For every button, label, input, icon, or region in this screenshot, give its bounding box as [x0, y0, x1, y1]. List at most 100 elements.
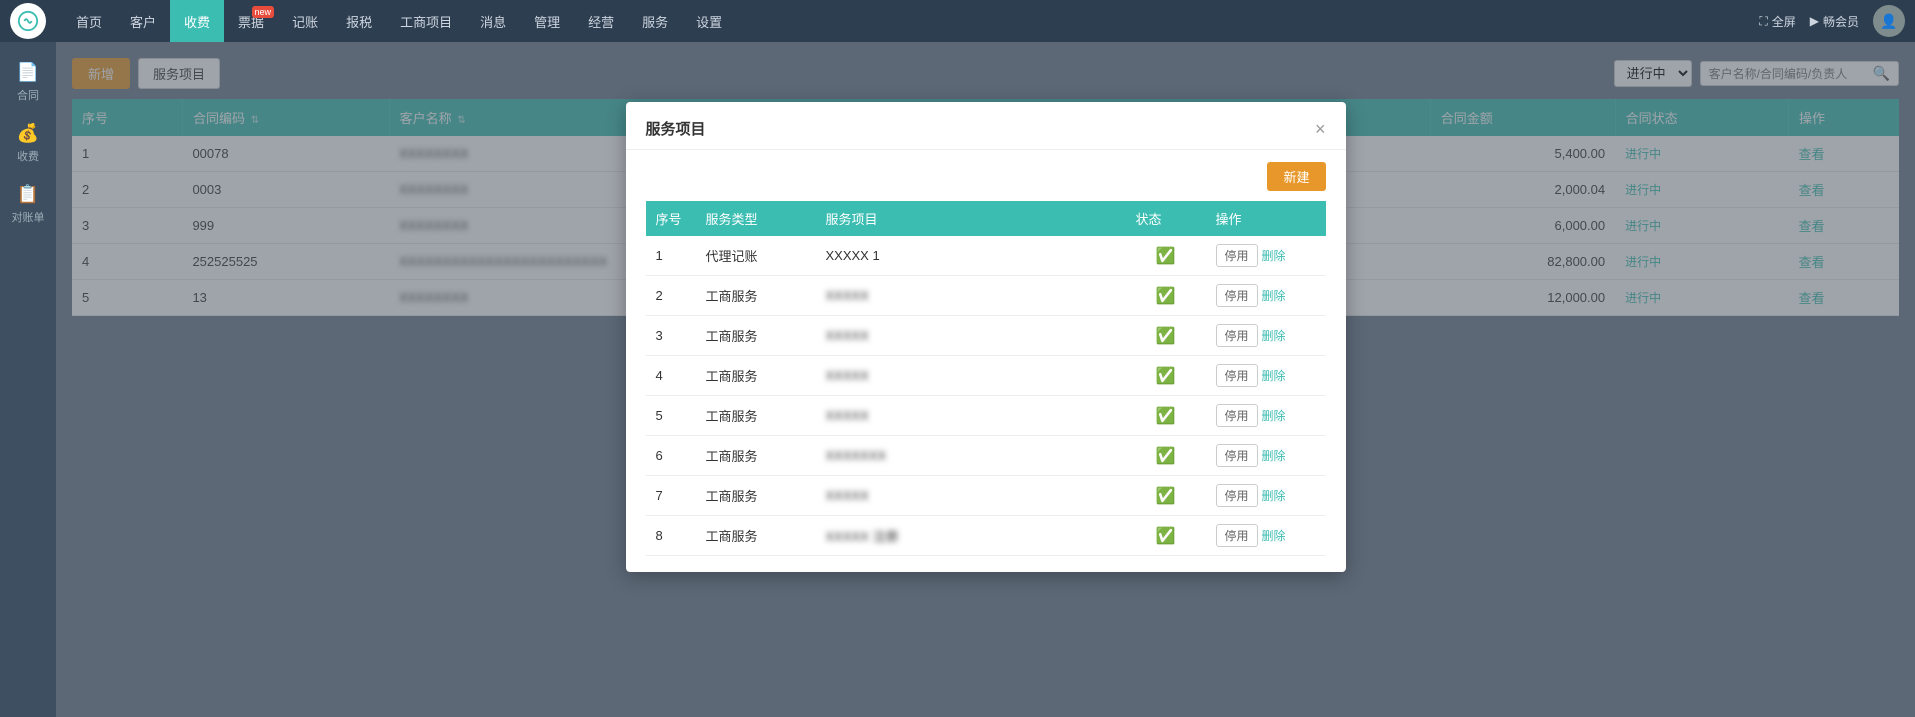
dialog-cell-seq: 8 [646, 516, 696, 556]
top-nav: 首页 客户 收费 票据 new 记账 报税 工商项目 消息 管理 经营 服务 设… [0, 0, 1915, 42]
nav-service[interactable]: 服务 [628, 0, 682, 42]
user-avatar[interactable]: 👤 [1873, 5, 1905, 37]
nav-client[interactable]: 客户 [116, 0, 170, 42]
dialog-cell-status: ✅ [1126, 516, 1206, 556]
status-check-icon: ✅ [1156, 368, 1176, 385]
status-check-icon: ✅ [1156, 328, 1176, 345]
dialog-cell-type: 代理记账 [696, 236, 816, 276]
status-check-icon: ✅ [1156, 408, 1176, 425]
nav-home[interactable]: 首页 [62, 0, 116, 42]
status-check-icon: ✅ [1156, 288, 1176, 305]
dialog-table-row: 2 工商服务 XXXXX ✅ 停用删除 [646, 276, 1326, 316]
left-sidebar: 📄 合同 💰 收费 📋 对账单 [0, 42, 56, 717]
delete-button[interactable]: 删除 [1262, 367, 1286, 384]
dialog-header: 服务项目 × [626, 102, 1346, 150]
stop-button[interactable]: 停用 [1216, 364, 1258, 387]
app-logo[interactable] [10, 3, 46, 39]
delete-button[interactable]: 删除 [1262, 447, 1286, 464]
dialog-table-row: 4 工商服务 XXXXX ✅ 停用删除 [646, 356, 1326, 396]
dialog-cell-status: ✅ [1126, 316, 1206, 356]
nav-items: 首页 客户 收费 票据 new 记账 报税 工商项目 消息 管理 经营 服务 设… [62, 0, 1759, 42]
dialog-cell-seq: 3 [646, 316, 696, 356]
sidebar-item-statement[interactable]: 📋 对账单 [0, 174, 56, 235]
dialog-cell-item: XXXXX 注册 [816, 516, 1126, 556]
delete-button[interactable]: 删除 [1262, 487, 1286, 504]
dialog-col-status: 状态 [1126, 201, 1206, 236]
dialog-cell-type: 工商服务 [696, 276, 816, 316]
nav-settings[interactable]: 设置 [682, 0, 736, 42]
delete-button[interactable]: 删除 [1262, 287, 1286, 304]
dialog-cell-action[interactable]: 停用删除 [1206, 516, 1326, 556]
dialog-table-wrap[interactable]: 序号 服务类型 服务项目 状态 操作 1 代理记账 XXXXX 1 ✅ 停用删除… [646, 201, 1326, 556]
nav-business[interactable]: 工商项目 [386, 0, 466, 42]
dialog-close-button[interactable]: × [1315, 120, 1326, 138]
dialog-cell-seq: 1 [646, 236, 696, 276]
delete-button[interactable]: 删除 [1262, 327, 1286, 344]
new-service-button[interactable]: 新建 [1267, 162, 1325, 191]
dialog-cell-action[interactable]: 停用删除 [1206, 476, 1326, 516]
stop-button[interactable]: 停用 [1216, 244, 1258, 267]
dialog-cell-item: XXXXX 1 [816, 236, 1126, 276]
dialog-col-item: 服务项目 [816, 201, 1126, 236]
modal-overlay: 服务项目 × 新建 序号 服务类型 服务项目 状态 操作 [56, 42, 1915, 717]
nav-billing[interactable]: 收费 [170, 0, 224, 42]
dialog-table-row: 5 工商服务 XXXXX ✅ 停用删除 [646, 396, 1326, 436]
stop-button[interactable]: 停用 [1216, 324, 1258, 347]
dialog-cell-action[interactable]: 停用删除 [1206, 356, 1326, 396]
delete-button[interactable]: 删除 [1262, 527, 1286, 544]
nav-tax[interactable]: 报税 [332, 0, 386, 42]
nav-operation[interactable]: 经营 [574, 0, 628, 42]
dialog-cell-seq: 4 [646, 356, 696, 396]
dialog-cell-item: XXXXX [816, 356, 1126, 396]
dialog-cell-status: ✅ [1126, 356, 1206, 396]
dialog-cell-action[interactable]: 停用删除 [1206, 276, 1326, 316]
contract-icon: 📄 [17, 62, 39, 83]
fullscreen-button[interactable]: ⛶ 全屏 [1759, 13, 1795, 30]
dialog-col-type: 服务类型 [696, 201, 816, 236]
sidebar-item-billing[interactable]: 💰 收费 [0, 113, 56, 174]
dialog-cell-status: ✅ [1126, 276, 1206, 316]
dialog-cell-item: XXXXX [816, 476, 1126, 516]
dialog-cell-type: 工商服务 [696, 516, 816, 556]
dialog-table-row: 6 工商服务 XXXXXXX ✅ 停用删除 [646, 436, 1326, 476]
stop-button[interactable]: 停用 [1216, 404, 1258, 427]
status-check-icon: ✅ [1156, 528, 1176, 545]
dialog-cell-status: ✅ [1126, 396, 1206, 436]
service-dialog: 服务项目 × 新建 序号 服务类型 服务项目 状态 操作 [626, 102, 1346, 572]
member-icon: ▶ [1810, 14, 1819, 28]
dialog-cell-status: ✅ [1126, 476, 1206, 516]
stop-button[interactable]: 停用 [1216, 284, 1258, 307]
dialog-table-row: 7 工商服务 XXXXX ✅ 停用删除 [646, 476, 1326, 516]
dialog-title: 服务项目 [646, 118, 706, 139]
dialog-toolbar: 新建 [646, 162, 1326, 191]
dialog-cell-action[interactable]: 停用删除 [1206, 396, 1326, 436]
dialog-cell-action[interactable]: 停用删除 [1206, 236, 1326, 276]
stop-button[interactable]: 停用 [1216, 444, 1258, 467]
stop-button[interactable]: 停用 [1216, 524, 1258, 547]
nav-bookkeeping[interactable]: 记账 [278, 0, 332, 42]
billing-icon: 💰 [17, 123, 39, 144]
nav-message[interactable]: 消息 [466, 0, 520, 42]
sidebar-item-contract[interactable]: 📄 合同 [0, 52, 56, 113]
top-nav-right: ⛶ 全屏 ▶ 畅会员 👤 [1759, 5, 1905, 37]
new-badge: new [252, 6, 275, 18]
delete-button[interactable]: 删除 [1262, 407, 1286, 424]
dialog-cell-item: XXXXXXX [816, 436, 1126, 476]
dialog-cell-type: 工商服务 [696, 436, 816, 476]
statement-icon: 📋 [17, 184, 39, 205]
nav-manage[interactable]: 管理 [520, 0, 574, 42]
stop-button[interactable]: 停用 [1216, 484, 1258, 507]
dialog-cell-seq: 5 [646, 396, 696, 436]
dialog-table-row: 8 工商服务 XXXXX 注册 ✅ 停用删除 [646, 516, 1326, 556]
dialog-cell-type: 工商服务 [696, 476, 816, 516]
dialog-table-row: 3 工商服务 XXXXX ✅ 停用删除 [646, 316, 1326, 356]
dialog-cell-status: ✅ [1126, 436, 1206, 476]
member-button[interactable]: ▶ 畅会员 [1810, 13, 1859, 30]
dialog-col-seq: 序号 [646, 201, 696, 236]
nav-invoice[interactable]: 票据 new [224, 0, 278, 42]
delete-button[interactable]: 删除 [1262, 247, 1286, 264]
dialog-cell-action[interactable]: 停用删除 [1206, 316, 1326, 356]
dialog-cell-item: XXXXX [816, 316, 1126, 356]
dialog-cell-type: 工商服务 [696, 396, 816, 436]
dialog-cell-action[interactable]: 停用删除 [1206, 436, 1326, 476]
